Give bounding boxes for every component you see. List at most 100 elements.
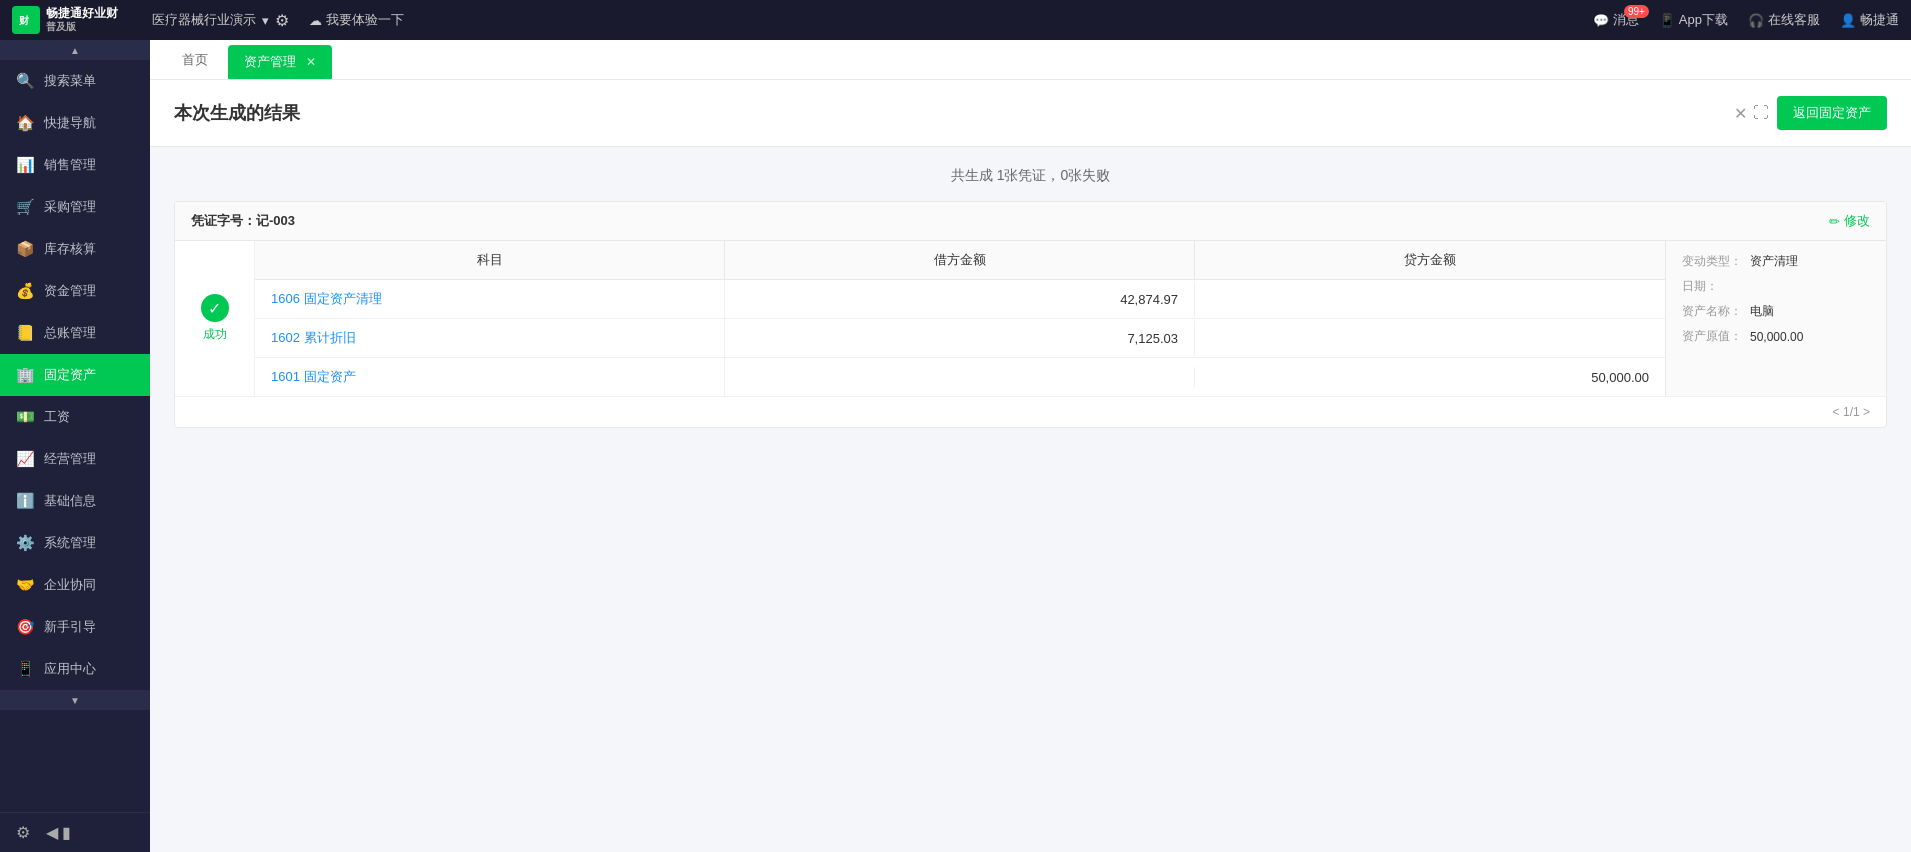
logo-text-main: 畅捷通好业财 [46,6,118,20]
table-header: 科目 借方金额 贷方金额 [255,241,1665,280]
sidebar-item-system[interactable]: ⚙️ 系统管理 [0,522,150,564]
sidebar-label-sales: 销售管理 [44,156,96,174]
sidebar-item-fixed-assets[interactable]: 🏢 固定资产 [0,354,150,396]
chevron-down-icon: ▾ [262,13,269,28]
cloud-icon: ☁ [309,13,322,28]
cell-subject-1[interactable]: 1606 固定资产清理 [255,280,725,318]
company-selector[interactable]: 医疗器械行业演示 ▾ ⚙ [152,11,289,30]
sidebar-label-enterprise: 企业协同 [44,576,96,594]
cell-debit-2: 7,125.03 [725,321,1195,356]
sidebar-item-sales[interactable]: 📊 销售管理 [0,144,150,186]
sidebar-label-payroll: 工资 [44,408,70,426]
tab-assets-mgmt[interactable]: 资产管理 ✕ [228,45,332,79]
system-icon: ⚙️ [16,534,34,552]
sidebar: ▲ 🔍 搜索菜单 🏠 快捷导航 📊 销售管理 🛒 采购管理 📦 库存核算 💰 资… [0,40,150,852]
header-right: 💬 消息 99+ 📱 App下载 🎧 在线客服 👤 畅捷通 [1593,11,1899,29]
sidebar-label-app-center: 应用中心 [44,660,96,678]
logo-text-sub: 普及版 [46,20,118,34]
page-info: 1/1 [1843,405,1863,419]
expand-icon[interactable]: ⛶ [1753,104,1769,123]
close-icon[interactable]: ✕ [1734,104,1747,123]
settings-icon[interactable]: ⚙ [275,11,289,30]
table-body: 1606 固定资产清理 42,874.97 1602 累计折旧 7,125.03 [255,280,1665,396]
cell-subject-2[interactable]: 1602 累计折旧 [255,319,725,357]
change-type-label: 变动类型： [1682,253,1742,270]
edit-button[interactable]: ✏ 修改 [1829,212,1870,230]
sidebar-label-purchase: 采购管理 [44,198,96,216]
success-text: 成功 [203,326,227,343]
tab-close-icon[interactable]: ✕ [306,55,316,69]
search-icon: 🔍 [16,72,34,90]
success-indicator: ✓ 成功 [175,241,255,396]
asset-name-label: 资产名称： [1682,303,1742,320]
original-value-value: 50,000.00 [1750,330,1803,344]
col-credit: 贷方金额 [1195,241,1665,279]
app-logo: 财 畅捷通好业财 普及版 [12,6,142,34]
top-header: 财 畅捷通好业财 普及版 医疗器械行业演示 ▾ ⚙ ☁ 我要体验一下 💬 消息 … [0,0,1911,40]
user-area[interactable]: 👤 畅捷通 [1840,11,1899,29]
pagination: < 1/1 > [175,396,1886,427]
sidebar-label-fixed-assets: 固定资产 [44,366,96,384]
gear-icon[interactable]: ⚙ [16,823,30,842]
col-subject: 科目 [255,241,725,279]
sidebar-scroll-up[interactable]: ▲ [0,40,150,60]
notification-area[interactable]: 💬 消息 99+ [1593,11,1639,29]
sidebar-item-purchase[interactable]: 🛒 采购管理 [0,186,150,228]
voucher-number: 凭证字号：记-003 [191,212,295,230]
sidebar-label-operations: 经营管理 [44,450,96,468]
cell-debit-3 [725,367,1195,387]
table-row: 1601 固定资产 50,000.00 [255,358,1665,396]
cell-subject-3[interactable]: 1601 固定资产 [255,358,725,396]
prev-page[interactable]: < [1833,405,1840,419]
sidebar-item-funds[interactable]: 💰 资金管理 [0,270,150,312]
content-area: 共生成 1张凭证，0张失败 凭证字号：记-003 ✏ 修改 [150,147,1911,852]
sidebar-label-funds: 资金管理 [44,282,96,300]
sidebar-item-operations[interactable]: 📈 经营管理 [0,438,150,480]
cell-credit-2 [1195,328,1665,348]
sidebar-bottom: ⚙ ◀ ▮ [0,812,150,852]
sidebar-item-payroll[interactable]: 💵 工资 [0,396,150,438]
main-content: 首页 资产管理 ✕ 本次生成的结果 ✕ ⛶ 返回固定资产 共生成 1张凭证，0张… [150,40,1911,852]
sidebar-item-guide[interactable]: 🎯 新手引导 [0,606,150,648]
purchase-icon: 🛒 [16,198,34,216]
sidebar-item-quick-nav[interactable]: 🏠 快捷导航 [0,102,150,144]
page-header: 本次生成的结果 ✕ ⛶ 返回固定资产 [150,80,1911,147]
tab-assets-label: 资产管理 [244,54,296,69]
app-center-icon: 📱 [16,660,34,678]
table-row: 1602 累计折旧 7,125.03 [255,319,1665,358]
sidebar-item-app-center[interactable]: 📱 应用中心 [0,648,150,690]
app-download[interactable]: 📱 App下载 [1659,11,1728,29]
voucher-body: ✓ 成功 科目 借方金额 贷方金额 [175,241,1886,396]
sales-icon: 📊 [16,156,34,174]
headset-icon: 🎧 [1748,13,1764,28]
check-icon: ✓ [201,294,229,322]
inventory-icon: 📦 [16,240,34,258]
sidebar-label-system: 系统管理 [44,534,96,552]
cell-debit-1: 42,874.97 [725,282,1195,317]
online-service[interactable]: 🎧 在线客服 [1748,11,1820,29]
sidebar-item-basic-info[interactable]: ℹ️ 基础信息 [0,480,150,522]
sidebar-scroll-down[interactable]: ▼ [0,690,150,710]
cell-credit-3: 50,000.00 [1195,360,1665,395]
side-date: 日期： [1682,278,1870,295]
home-icon: 🏠 [16,114,34,132]
try-experience[interactable]: ☁ 我要体验一下 [309,11,404,29]
user-icon: 👤 [1840,13,1856,28]
svg-text:财: 财 [18,15,30,26]
sidebar-label-guide: 新手引导 [44,618,96,636]
sidebar-item-enterprise[interactable]: 🤝 企业协同 [0,564,150,606]
notification-icon: 💬 [1593,13,1609,28]
side-change-type: 变动类型： 资产清理 [1682,253,1870,270]
side-original-value: 资产原值： 50,000.00 [1682,328,1870,345]
return-button[interactable]: 返回固定资产 [1777,96,1887,130]
sidebar-item-ledger[interactable]: 📒 总账管理 [0,312,150,354]
collapse-icon[interactable]: ◀ ▮ [46,823,71,842]
summary-text: 共生成 1张凭证，0张失败 [174,167,1887,185]
change-type-value: 资产清理 [1750,253,1798,270]
sidebar-item-inventory[interactable]: 📦 库存核算 [0,228,150,270]
tab-home[interactable]: 首页 [166,43,224,79]
voucher-card: 凭证字号：记-003 ✏ 修改 ✓ 成功 [174,201,1887,428]
sidebar-item-search[interactable]: 🔍 搜索菜单 [0,60,150,102]
voucher-header: 凭证字号：记-003 ✏ 修改 [175,202,1886,241]
next-page[interactable]: > [1863,405,1870,419]
